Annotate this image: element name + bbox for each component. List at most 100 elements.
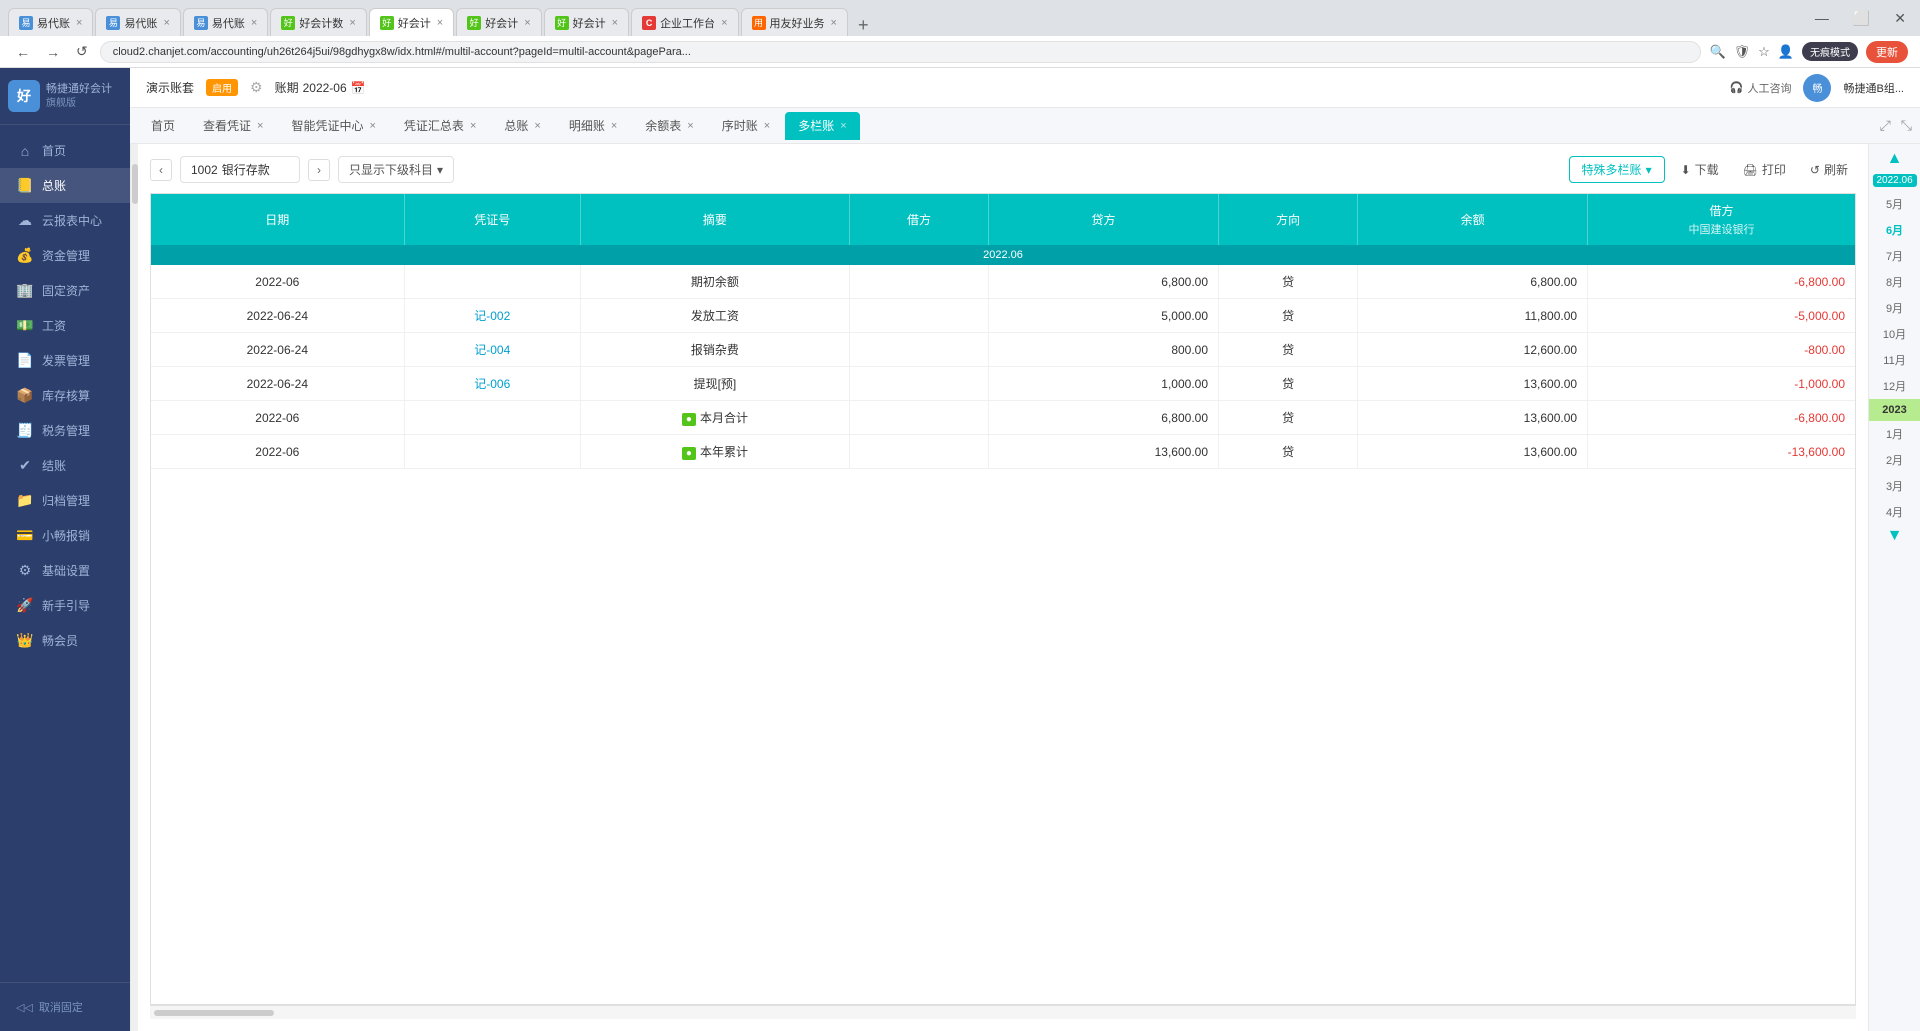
- account-selector[interactable]: 1002 银行存款: [180, 156, 300, 183]
- tab-balance-close[interactable]: ×: [687, 120, 693, 132]
- cal-month-sep[interactable]: 9月: [1869, 295, 1920, 321]
- browser-tab-9[interactable]: 用 用友好业务 ×: [741, 8, 848, 36]
- cal-month-feb[interactable]: 2月: [1869, 447, 1920, 473]
- tab-close-1[interactable]: ×: [76, 17, 82, 29]
- sidebar-item-settings[interactable]: ⚙ 基础设置: [0, 553, 130, 588]
- tab-general-ledger-close[interactable]: ×: [534, 120, 540, 132]
- sidebar-item-invoice[interactable]: 📄 发票管理: [0, 343, 130, 378]
- consult-button[interactable]: 🎧 人工咨询: [1730, 80, 1792, 96]
- tab-voucher-view[interactable]: 查看凭证 ×: [190, 112, 276, 140]
- browser-tab-7[interactable]: 好 好会计 ×: [544, 8, 629, 36]
- reload-button[interactable]: ↺: [72, 41, 92, 62]
- tab-home[interactable]: 首页: [138, 112, 188, 140]
- update-button[interactable]: 更新: [1866, 41, 1908, 63]
- horizontal-scrollbar[interactable]: [150, 1005, 1856, 1019]
- tab-close-9[interactable]: ×: [831, 17, 837, 29]
- tab-voucher-summary[interactable]: 凭证汇总表 ×: [391, 112, 489, 140]
- sidebar-item-asset[interactable]: 🏢 固定资产: [0, 273, 130, 308]
- tab-voucher-summary-close[interactable]: ×: [470, 120, 476, 132]
- browser-tab-3[interactable]: 易 易代账 ×: [183, 8, 268, 36]
- browser-tab-4[interactable]: 好 好会计数 ×: [270, 8, 366, 36]
- forward-button[interactable]: →: [42, 42, 64, 62]
- tab-balance[interactable]: 余额表 ×: [632, 112, 706, 140]
- sidebar-item-guide[interactable]: 🚀 新手引导: [0, 588, 130, 623]
- sidebar-item-ledger[interactable]: 📒 总账: [0, 168, 130, 203]
- tab-close-3[interactable]: ×: [251, 17, 257, 29]
- browser-tab-8[interactable]: C 企业工作台 ×: [631, 8, 738, 36]
- tab-sequence[interactable]: 序时账 ×: [709, 112, 783, 140]
- browser-tab-2[interactable]: 易 易代账 ×: [95, 8, 180, 36]
- tab-close-5[interactable]: ×: [437, 17, 443, 29]
- tab-detail-ledger-close[interactable]: ×: [611, 120, 617, 132]
- sidebar-item-salary[interactable]: 💵 工资: [0, 308, 130, 343]
- sidebar-item-close-accounts[interactable]: ✔ 结账: [0, 448, 130, 483]
- sidebar-scroll-thumb[interactable]: [132, 164, 138, 204]
- tab-close-7[interactable]: ×: [612, 17, 618, 29]
- back-button[interactable]: ←: [12, 42, 34, 62]
- filter-dropdown[interactable]: 只显示下级科目 ▾: [338, 156, 454, 183]
- cal-month-june[interactable]: 6月: [1869, 217, 1920, 243]
- close-window-button[interactable]: ✕: [1888, 8, 1912, 29]
- sidebar-item-member[interactable]: 👑 畅会员: [0, 623, 130, 658]
- calendar-down-arrow[interactable]: ▼: [1885, 525, 1905, 547]
- pin-sidebar-button[interactable]: ◁◁ 取消固定: [0, 991, 130, 1023]
- tab-close-2[interactable]: ×: [163, 17, 169, 29]
- download-button[interactable]: ⬇ 下载: [1673, 157, 1727, 182]
- tab-smart-voucher-close[interactable]: ×: [369, 120, 375, 132]
- refresh-button[interactable]: ↺ 刷新: [1802, 157, 1856, 182]
- cell-voucher-link[interactable]: 记-002: [404, 299, 580, 333]
- print-button[interactable]: 🖨 打印: [1735, 157, 1794, 182]
- tab-general-ledger[interactable]: 总账 ×: [491, 112, 553, 140]
- sidebar-item-archive[interactable]: 📁 归档管理: [0, 483, 130, 518]
- browser-tab-6[interactable]: 好 好会计 ×: [456, 8, 541, 36]
- tab-voucher-view-close[interactable]: ×: [257, 120, 263, 132]
- maximize-button[interactable]: ⬜: [1847, 8, 1876, 29]
- tab-close-4[interactable]: ×: [349, 17, 355, 29]
- address-bar: ← → ↺ cloud2.chanjet.com/accounting/uh26…: [0, 36, 1920, 68]
- tab-close-8[interactable]: ×: [721, 17, 727, 29]
- tab-smart-voucher[interactable]: 智能凭证中心 ×: [278, 112, 388, 140]
- sidebar-item-home[interactable]: ⌂ 首页: [0, 133, 130, 168]
- sidebar-item-report[interactable]: ☁ 云报表中心: [0, 203, 130, 238]
- url-bar[interactable]: cloud2.chanjet.com/accounting/uh26t264j5…: [100, 41, 1702, 63]
- cell-voucher-link[interactable]: 记-006: [404, 367, 580, 401]
- tab-multi-col-close[interactable]: ×: [840, 120, 846, 132]
- star-icon[interactable]: ☆: [1758, 44, 1770, 60]
- collapse-tabs-button[interactable]: ⤢: [1876, 113, 1895, 138]
- profile-icon[interactable]: 👤: [1778, 44, 1794, 60]
- search-icon[interactable]: 🔍: [1709, 44, 1725, 60]
- browser-tab-5[interactable]: 好 好会计 ×: [369, 8, 454, 36]
- cal-month-oct[interactable]: 10月: [1869, 321, 1920, 347]
- minimize-button[interactable]: —: [1809, 8, 1835, 28]
- new-tab-button[interactable]: +: [850, 15, 877, 36]
- cal-month-apr[interactable]: 4月: [1869, 499, 1920, 525]
- tab-detail-ledger[interactable]: 明细账 ×: [556, 112, 630, 140]
- sidebar-item-inventory[interactable]: 📦 库存核算: [0, 378, 130, 413]
- no-trace-label[interactable]: 无痕模式: [1802, 42, 1858, 61]
- prev-account-button[interactable]: ‹: [150, 159, 172, 181]
- cell-voucher-link[interactable]: 记-004: [404, 333, 580, 367]
- sidebar-item-fund[interactable]: 💰 资金管理: [0, 238, 130, 273]
- settings-gear-icon[interactable]: ⚙: [250, 79, 263, 96]
- cal-month-may[interactable]: 5月: [1869, 191, 1920, 217]
- tab-close-6[interactable]: ×: [524, 17, 530, 29]
- cal-month-mar[interactable]: 3月: [1869, 473, 1920, 499]
- settings-icon: ⚙: [16, 562, 34, 579]
- h-scroll-thumb[interactable]: [154, 1010, 274, 1016]
- browser-tab-1[interactable]: 易 易代账 ×: [8, 8, 93, 36]
- cal-month-nov[interactable]: 11月: [1869, 347, 1920, 373]
- cal-month-july[interactable]: 7月: [1869, 243, 1920, 269]
- sidebar-item-expense[interactable]: 💳 小畅报销: [0, 518, 130, 553]
- sidebar-item-tax[interactable]: 🧾 税务管理: [0, 413, 130, 448]
- calendar-up-arrow[interactable]: ▲: [1885, 148, 1905, 170]
- expand-tabs-button[interactable]: ⤡: [1901, 117, 1912, 134]
- tab-multi-col[interactable]: 多栏账 ×: [785, 112, 859, 140]
- cal-month-aug[interactable]: 8月: [1869, 269, 1920, 295]
- next-account-button[interactable]: ›: [308, 159, 330, 181]
- tab-sequence-close[interactable]: ×: [764, 120, 770, 132]
- calendar-icon[interactable]: 📅: [351, 81, 366, 95]
- cal-month-jan[interactable]: 1月: [1869, 421, 1920, 447]
- multi-col-button[interactable]: 特殊多栏账 ▾: [1569, 156, 1665, 183]
- account-tag[interactable]: 启用: [206, 79, 238, 96]
- cal-month-dec[interactable]: 12月: [1869, 373, 1920, 399]
